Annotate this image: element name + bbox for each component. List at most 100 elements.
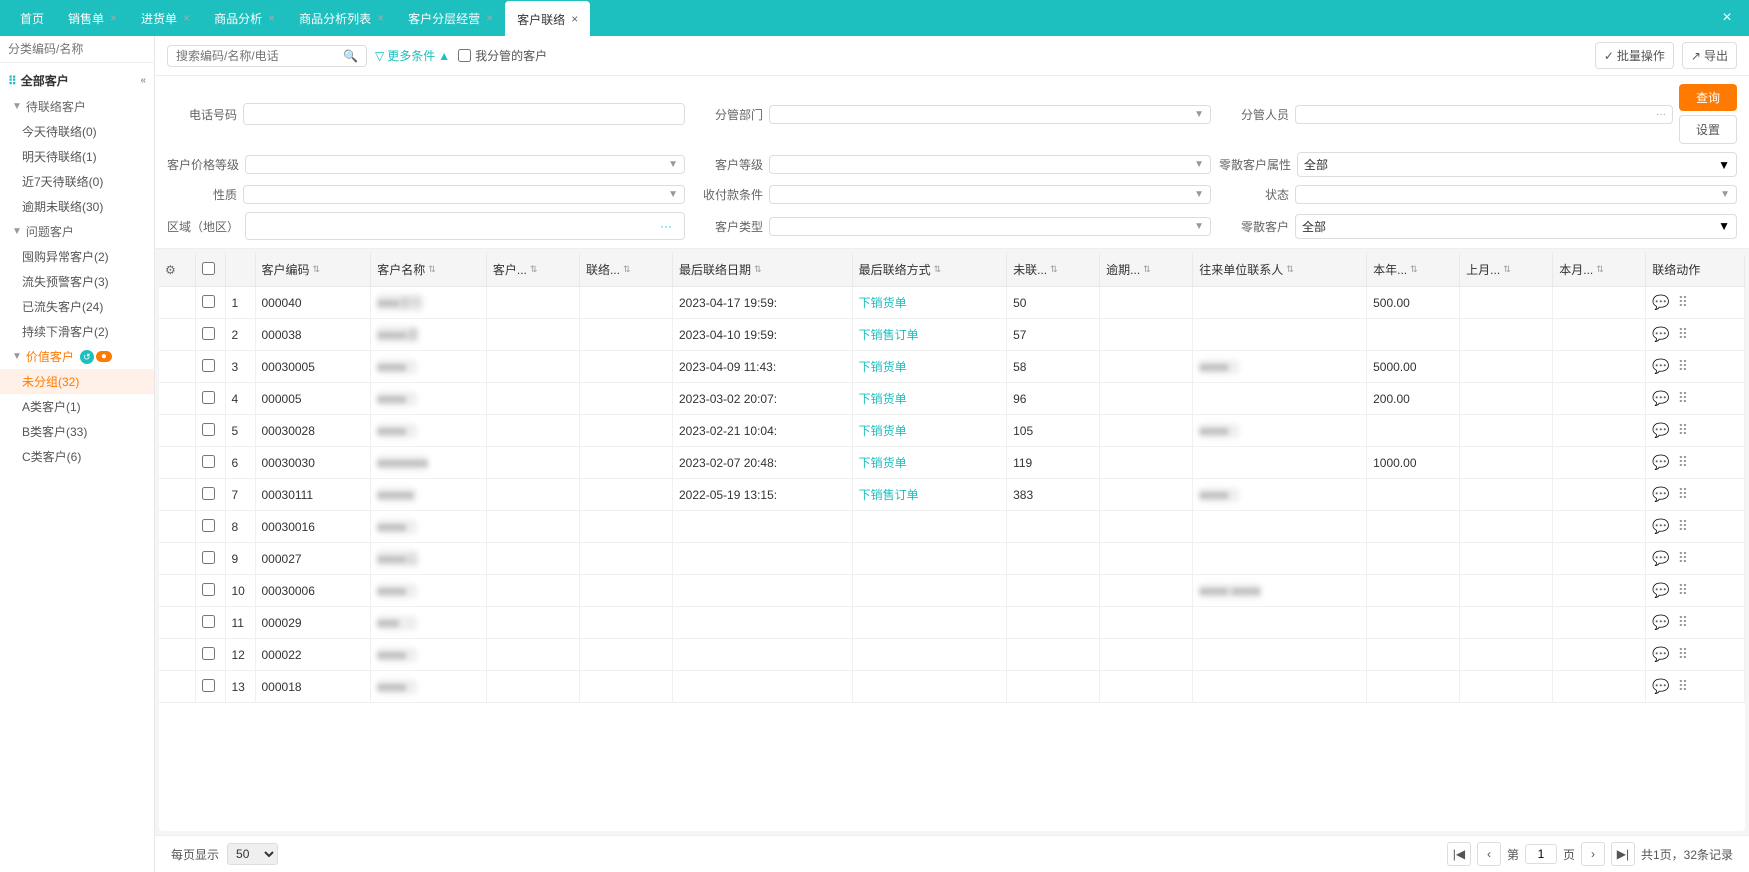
grid-action-icon[interactable]: ⠿ <box>1678 358 1688 375</box>
grid-action-icon[interactable]: ⠿ <box>1678 678 1688 695</box>
sidebar-item-churn-warning[interactable]: 流失预警客户(3) <box>0 269 154 294</box>
row-checkbox[interactable] <box>202 455 215 468</box>
retail-attr-select[interactable]: 全部 ▼ <box>1297 152 1737 177</box>
customer-type-select[interactable]: ▼ <box>769 217 1211 236</box>
message-action-icon[interactable]: 💬 <box>1652 422 1669 439</box>
grid-action-icon[interactable]: ⠿ <box>1678 518 1688 535</box>
table-settings-icon[interactable]: ⚙ <box>165 263 176 277</box>
message-action-icon[interactable]: 💬 <box>1652 582 1669 599</box>
value-refresh-icon[interactable]: ↺ <box>78 349 94 365</box>
grid-action-icon[interactable]: ⠿ <box>1678 486 1688 503</box>
export-button[interactable]: ↗ 导出 <box>1682 42 1737 69</box>
message-action-icon[interactable]: 💬 <box>1652 550 1669 567</box>
tab-customer-segment[interactable]: 客户分层经营 × <box>396 0 505 36</box>
grid-action-icon[interactable]: ⠿ <box>1678 614 1688 631</box>
message-action-icon[interactable]: 💬 <box>1652 294 1669 311</box>
sidebar-item-today-contact[interactable]: 今天待联络(0) <box>0 119 154 144</box>
region-select[interactable]: ··· <box>245 212 685 240</box>
nav-close-all-button[interactable]: × <box>1713 4 1741 32</box>
tab-purchase-close[interactable]: × <box>183 11 190 25</box>
sidebar-item-ungrouped[interactable]: 未分组(32) <box>0 369 154 394</box>
grid-action-icon[interactable]: ⠿ <box>1678 550 1688 567</box>
first-page-button[interactable]: |◀ <box>1447 842 1471 866</box>
more-conditions-btn[interactable]: ▽ 更多条件 ▲ <box>375 47 450 64</box>
message-action-icon[interactable]: 💬 <box>1652 326 1669 343</box>
row-checkbox[interactable] <box>202 647 215 660</box>
sidebar-group-pending-contact[interactable]: ▼ 待联络客户 <box>0 94 154 119</box>
region-dots-icon[interactable]: ··· <box>654 216 678 236</box>
tab-analysis-list[interactable]: 商品分析列表 × <box>287 0 396 36</box>
batch-ops-button[interactable]: ✓ 批量操作 <box>1595 42 1674 69</box>
row-checkbox[interactable] <box>202 551 215 564</box>
customer-name-sort-icon[interactable]: ⇅ <box>428 264 436 275</box>
row-checkbox[interactable] <box>202 359 215 372</box>
last-date-sort-icon[interactable]: ⇅ <box>754 264 762 275</box>
this-year-sort-icon[interactable]: ⇅ <box>1410 264 1418 275</box>
last-method-link[interactable]: 下销货单 <box>859 296 907 310</box>
page-size-select[interactable]: 50 100 200 <box>227 843 278 865</box>
tab-analysis-list-close[interactable]: × <box>377 11 384 25</box>
row-checkbox[interactable] <box>202 295 215 308</box>
row-checkbox[interactable] <box>202 391 215 404</box>
message-action-icon[interactable]: 💬 <box>1652 646 1669 663</box>
grid-action-icon[interactable]: ⠿ <box>1678 422 1688 439</box>
last-method-link[interactable]: 下销售订单 <box>859 488 919 502</box>
contact-sort-icon[interactable]: ⇅ <box>623 264 631 275</box>
sidebar-item-c-class[interactable]: C类客户(6) <box>0 444 154 469</box>
search-input[interactable] <box>176 49 339 63</box>
row-checkbox[interactable] <box>202 487 215 500</box>
tab-customer-contact[interactable]: 客户联络 × <box>505 1 590 37</box>
grid-action-icon[interactable]: ⠿ <box>1678 646 1688 663</box>
no-contact-sort-icon[interactable]: ⇅ <box>1050 264 1058 275</box>
grid-action-icon[interactable]: ⠿ <box>1678 454 1688 471</box>
payment-select[interactable]: ▼ <box>769 185 1211 204</box>
sidebar-search-input[interactable] <box>8 42 155 56</box>
select-all-checkbox[interactable] <box>202 262 215 275</box>
this-month-sort-icon[interactable]: ⇅ <box>1596 264 1604 275</box>
my-customers-filter[interactable]: 我分管的客户 <box>458 47 547 64</box>
sidebar-item-tomorrow-contact[interactable]: 明天待联络(1) <box>0 144 154 169</box>
retail-customer-select[interactable]: 全部 ▼ <box>1295 214 1737 239</box>
grid-action-icon[interactable]: ⠿ <box>1678 582 1688 599</box>
last-page-button[interactable]: ▶| <box>1611 842 1635 866</box>
message-action-icon[interactable]: 💬 <box>1652 518 1669 535</box>
last-method-link[interactable]: 下销货单 <box>859 456 907 470</box>
message-action-icon[interactable]: 💬 <box>1652 678 1669 695</box>
tab-purchase[interactable]: 进货单 × <box>129 0 202 36</box>
grid-action-icon[interactable]: ⠿ <box>1678 294 1688 311</box>
staff-select[interactable]: ··· <box>1295 105 1673 124</box>
grid-action-icon[interactable]: ⠿ <box>1678 326 1688 343</box>
prev-page-button[interactable]: ‹ <box>1477 842 1501 866</box>
phone-input[interactable] <box>243 103 685 125</box>
message-action-icon[interactable]: 💬 <box>1652 614 1669 631</box>
sidebar-item-b-class[interactable]: B类客户(33) <box>0 419 154 444</box>
row-checkbox[interactable] <box>202 679 215 692</box>
last-method-link[interactable]: 下销货单 <box>859 392 907 406</box>
sidebar-item-a-class[interactable]: A类客户(1) <box>0 394 154 419</box>
sidebar-all-customers[interactable]: ⠿ 全部客户 « <box>0 67 154 94</box>
row-checkbox[interactable] <box>202 583 215 596</box>
message-action-icon[interactable]: 💬 <box>1652 486 1669 503</box>
row-checkbox[interactable] <box>202 327 215 340</box>
customer-level-select[interactable]: ▼ <box>769 155 1211 174</box>
last-method-link[interactable]: 下销货单 <box>859 424 907 438</box>
status-select[interactable]: ▼ <box>1295 185 1737 204</box>
tab-analysis-close[interactable]: × <box>268 11 275 25</box>
sidebar-group-value-customers[interactable]: ▼ 价值客户 ↺ ● <box>0 344 154 369</box>
sidebar-item-hoarding[interactable]: 囤购异常客户(2) <box>0 244 154 269</box>
grid-action-icon[interactable]: ⠿ <box>1678 390 1688 407</box>
tab-analysis[interactable]: 商品分析 × <box>202 0 287 36</box>
last-method-link[interactable]: 下销售订单 <box>859 328 919 342</box>
next-page-button[interactable]: › <box>1581 842 1605 866</box>
sidebar-item-week-contact[interactable]: 近7天待联络(0) <box>0 169 154 194</box>
tab-home[interactable]: 首页 <box>8 0 56 36</box>
page-number-input[interactable] <box>1525 844 1557 864</box>
sidebar-item-overdue-contact[interactable]: 逾期未联络(30) <box>0 194 154 219</box>
search-icon[interactable]: 🔍 <box>343 49 358 63</box>
sidebar-group-problem-customers[interactable]: ▼ 问题客户 <box>0 219 154 244</box>
tab-customer-contact-close[interactable]: × <box>571 12 578 26</box>
partner-contact-sort-icon[interactable]: ⇅ <box>1286 264 1294 275</box>
query-button[interactable]: 查询 <box>1679 84 1737 111</box>
my-customers-checkbox[interactable] <box>458 49 471 62</box>
nature-select[interactable]: ▼ <box>243 185 685 204</box>
